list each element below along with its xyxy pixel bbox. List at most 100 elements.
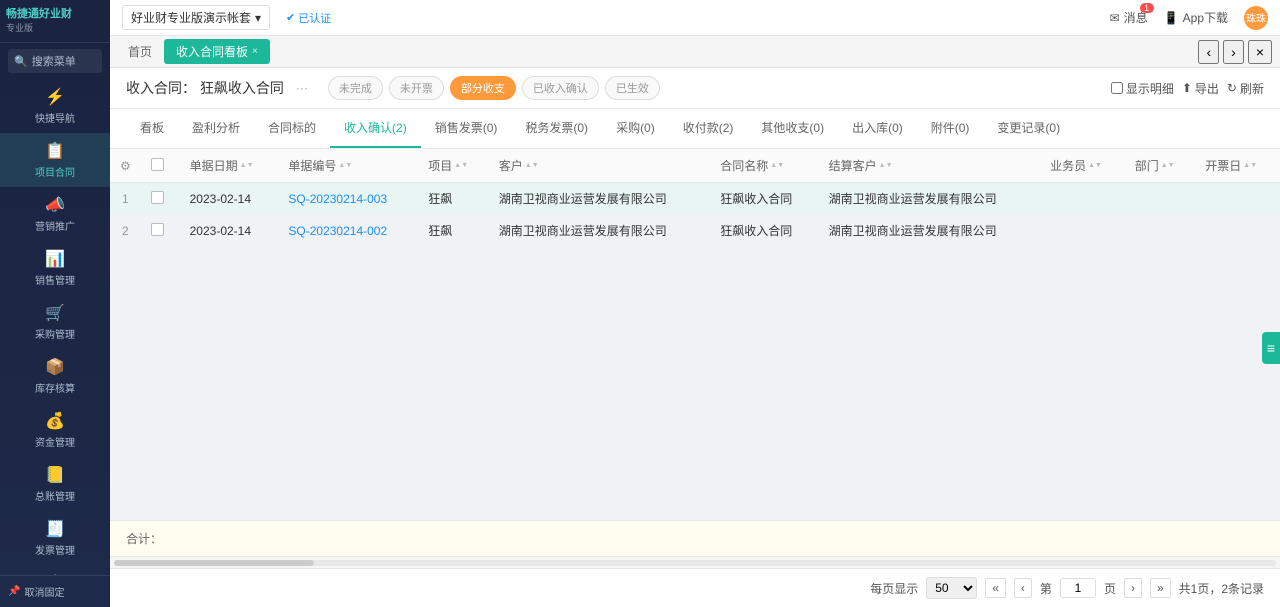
total-label: 合计：	[126, 530, 162, 547]
row-checkbox[interactable]	[151, 223, 164, 236]
tab-变更记录[interactable]: 变更记录(0)	[983, 109, 1074, 148]
tab-close-button[interactable]: ×	[252, 46, 258, 57]
show-detail-checkbox[interactable]: 显示明细	[1111, 80, 1174, 97]
sidebar-item-税务管理[interactable]: 🏛 税务管理	[0, 565, 110, 575]
col-header-2: 单据日期▲▼	[180, 149, 279, 183]
tab-收付款[interactable]: 收付款(2)	[669, 109, 748, 148]
tab-出入库[interactable]: 出入库(0)	[838, 109, 917, 148]
active-tab[interactable]: 收入合同看板 ×	[164, 39, 270, 64]
verified-icon: ✔	[286, 11, 295, 24]
sidebar-item-发票管理[interactable]: 🧾 发票管理	[0, 511, 110, 565]
cell-1-6: 狂飙收入合同	[710, 215, 818, 247]
scrollbar-thumb[interactable]	[114, 560, 314, 566]
col-sort[interactable]: 结算客户▲▼	[829, 157, 1030, 174]
tab-盈利分析[interactable]: 盈利分析	[178, 109, 254, 148]
tab-close-all-button[interactable]: ×	[1248, 40, 1272, 64]
sidebar-item-资金管理[interactable]: 💰 资金管理	[0, 403, 110, 457]
first-page-button[interactable]: «	[985, 578, 1006, 598]
col-sort[interactable]: 合同名称▲▼	[720, 157, 808, 174]
sidebar-item-营销推广[interactable]: 📣 营销推广	[0, 187, 110, 241]
order-link[interactable]: SQ-20230214-002	[288, 224, 387, 238]
sidebar-search-container: 🔍 搜索菜单	[0, 43, 110, 79]
sidebar-bottom-label: 取消固定	[24, 584, 64, 599]
table-wrapper: ⚙ 单据日期▲▼ 单据编号▲▼ 项目▲▼ 客户▲▼ 合同名称▲▼ 结算客户▲▼ 业务员▲▼ 部门…	[110, 149, 1280, 607]
sidebar-item-销售管理[interactable]: 📊 销售管理	[0, 241, 110, 295]
scrollbar-track	[114, 560, 1276, 566]
sidebar-item-采购管理[interactable]: 🛒 采购管理	[0, 295, 110, 349]
tab-其他收支[interactable]: 其他收支(0)	[747, 109, 838, 148]
per-page-select[interactable]: 50 100 200	[926, 577, 977, 599]
export-button[interactable]: ⬆ 导出	[1182, 80, 1219, 97]
app-download-button[interactable]: 📱 App下载	[1164, 9, 1228, 26]
status-btn-confirmed[interactable]: 已收入确认	[522, 76, 599, 100]
pin-icon: 📌	[8, 586, 20, 597]
cell-1-3[interactable]: SQ-20230214-002	[278, 215, 418, 247]
order-link[interactable]: SQ-20230214-003	[288, 192, 387, 206]
sort-arrows: ▲▼	[454, 162, 468, 169]
horizontal-scrollbar[interactable]	[110, 556, 1280, 568]
tabbar-navigation: ‹ › ×	[1198, 40, 1272, 64]
row-checkbox[interactable]	[151, 191, 164, 204]
status-btn-incomplete[interactable]: 未完成	[328, 76, 383, 100]
last-page-button[interactable]: »	[1150, 578, 1171, 598]
table-row[interactable]: 22023-02-14SQ-20230214-002狂飙湖南卫视商业运营发展有限…	[110, 215, 1280, 247]
show-detail-label: 显示明细	[1126, 80, 1174, 97]
col-sort[interactable]: 项目▲▼	[428, 157, 479, 174]
tab-税务发票[interactable]: 税务发票(0)	[511, 109, 602, 148]
cell-1-8	[1040, 215, 1125, 247]
avatar[interactable]: 珠珠	[1244, 6, 1268, 30]
table-row[interactable]: 12023-02-14SQ-20230214-003狂飙湖南卫视商业运营发展有限…	[110, 183, 1280, 215]
sidebar-item-总账管理[interactable]: 📒 总账管理	[0, 457, 110, 511]
tab-看板[interactable]: 看板	[126, 109, 178, 148]
home-tab-label: 首页	[128, 45, 152, 59]
sidebar-item-项目合同[interactable]: 📋 项目合同	[0, 133, 110, 187]
sidebar-item-快捷导航[interactable]: ⚡ 快捷导航	[0, 79, 110, 133]
select-all-checkbox[interactable]	[151, 158, 164, 171]
col-sort[interactable]: 业务员▲▼	[1050, 157, 1115, 174]
home-tab[interactable]: 首页	[118, 39, 162, 64]
col-sort[interactable]: 单据日期▲▼	[190, 157, 269, 174]
tab-附件[interactable]: 附件(0)	[917, 109, 984, 148]
verified-badge: ✔ 已认证	[286, 10, 331, 26]
page-input[interactable]	[1060, 578, 1096, 598]
sidebar-item-label: 营销推广	[35, 218, 75, 233]
refresh-button[interactable]: ↻ 刷新	[1227, 80, 1264, 97]
more-button[interactable]: ···	[292, 81, 312, 95]
sidebar-item-label: 资金管理	[35, 434, 75, 449]
cell-0-5: 湖南卫视商业运营发展有限公司	[489, 183, 710, 215]
col-header-6: 合同名称▲▼	[710, 149, 818, 183]
tab-next-button[interactable]: ›	[1223, 40, 1244, 64]
cell-1-0: 2	[110, 215, 141, 247]
sidebar-item-库存核算[interactable]: 📦 库存核算	[0, 349, 110, 403]
search-menu-button[interactable]: 🔍 搜索菜单	[8, 49, 102, 73]
col-sort[interactable]: 部门▲▼	[1135, 157, 1186, 174]
cell-0-8	[1040, 183, 1125, 215]
company-selector[interactable]: 好业财专业版演示帐套 ▾	[122, 5, 270, 30]
right-panel-toggle[interactable]: ≡	[1262, 332, 1280, 364]
table-scroll[interactable]: ⚙ 单据日期▲▼ 单据编号▲▼ 项目▲▼ 客户▲▼ 合同名称▲▼ 结算客户▲▼ 业务员▲▼ 部门…	[110, 149, 1280, 520]
next-page-button[interactable]: ›	[1124, 578, 1142, 598]
tab-销售发票[interactable]: 销售发票(0)	[421, 109, 512, 148]
status-btn-partial[interactable]: 部分收支	[450, 76, 516, 100]
message-button[interactable]: ✉ 1 消息	[1110, 9, 1148, 26]
col-sort[interactable]: 单据编号▲▼	[288, 157, 408, 174]
settings-icon[interactable]: ⚙	[120, 159, 131, 173]
mobile-icon: 📱	[1164, 11, 1179, 25]
status-btn-uninvoiced[interactable]: 未开票	[389, 76, 444, 100]
tab-收入确认[interactable]: 收入确认(2)	[330, 109, 421, 148]
tab-合同标的[interactable]: 合同标的	[254, 109, 330, 148]
detail-checkbox-input[interactable]	[1111, 82, 1123, 94]
col-sort[interactable]: 客户▲▼	[499, 157, 700, 174]
sidebar-icon: 📦	[45, 357, 65, 377]
tab-采购[interactable]: 采购(0)	[602, 109, 669, 148]
status-btn-effective[interactable]: 已生效	[605, 76, 660, 100]
cell-0-3[interactable]: SQ-20230214-003	[278, 183, 418, 215]
tab-prev-button[interactable]: ‹	[1198, 40, 1219, 64]
sidebar-nav: ⚡ 快捷导航📋 项目合同📣 营销推广📊 销售管理🛒 采购管理📦 库存核算💰 资金…	[0, 79, 110, 575]
sidebar-bottom[interactable]: 📌 取消固定	[0, 575, 110, 607]
sort-arrows: ▲▼	[1088, 162, 1102, 169]
prev-page-button[interactable]: ‹	[1014, 578, 1032, 598]
cell-0-9	[1125, 183, 1196, 215]
sidebar-icon: 📒	[45, 465, 65, 485]
col-sort[interactable]: 开票日▲▼	[1205, 157, 1270, 174]
